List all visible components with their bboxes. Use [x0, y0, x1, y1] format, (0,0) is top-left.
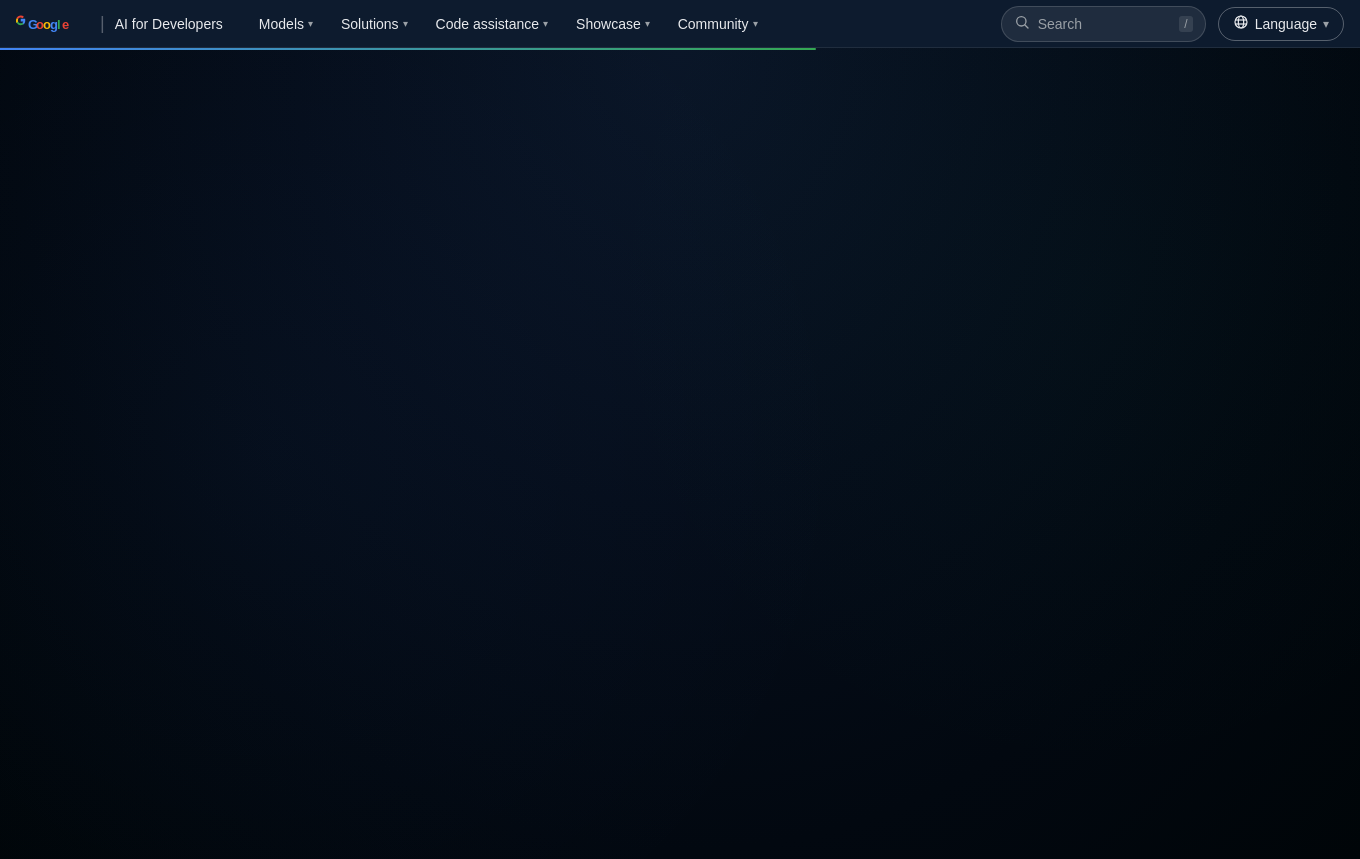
nav-item-community[interactable]: Community ▾	[666, 10, 770, 38]
language-label: Language	[1255, 16, 1317, 32]
search-icon	[1014, 14, 1030, 34]
search-shortcut: /	[1179, 16, 1192, 32]
svg-text:e: e	[62, 17, 69, 32]
navbar: G o o g l e | AI for Developers Models ▾…	[0, 0, 1360, 48]
nav-label-code-assistance: Code assistance	[436, 16, 540, 32]
svg-point-8	[1235, 16, 1247, 28]
nav-label-models: Models	[259, 16, 304, 32]
nav-label-community: Community	[678, 16, 749, 32]
chevron-down-icon-showcase: ▾	[645, 18, 650, 29]
nav-item-showcase[interactable]: Showcase ▾	[564, 10, 662, 38]
logo-link[interactable]: G o o g l e | AI for Developers	[16, 12, 223, 36]
nav-label-showcase: Showcase	[576, 16, 641, 32]
nav-label-solutions: Solutions	[341, 16, 399, 32]
chevron-down-icon-language: ▾	[1323, 17, 1329, 31]
google-logo: G o o g l e	[16, 12, 90, 36]
chevron-down-icon-code-assistance: ▾	[543, 18, 548, 29]
nav-item-code-assistance[interactable]: Code assistance ▾	[424, 10, 561, 38]
search-container: /	[1001, 6, 1206, 42]
logo-product-text: AI for Developers	[115, 16, 223, 32]
nav-items: Models ▾ Solutions ▾ Code assistance ▾ S…	[247, 10, 1001, 38]
svg-text:l: l	[57, 17, 61, 32]
language-icon	[1233, 14, 1249, 34]
nav-item-models[interactable]: Models ▾	[247, 10, 325, 38]
loading-bar	[0, 48, 816, 50]
logo-separator: |	[100, 13, 105, 34]
chevron-down-icon-models: ▾	[308, 18, 313, 29]
language-button[interactable]: Language ▾	[1218, 7, 1344, 41]
search-input[interactable]	[1038, 16, 1172, 32]
chevron-down-icon-community: ▾	[753, 18, 758, 29]
svg-point-9	[1238, 16, 1243, 28]
chevron-down-icon-solutions: ▾	[403, 18, 408, 29]
nav-item-solutions[interactable]: Solutions ▾	[329, 10, 420, 38]
main-content	[0, 48, 1360, 859]
svg-line-7	[1025, 25, 1028, 28]
